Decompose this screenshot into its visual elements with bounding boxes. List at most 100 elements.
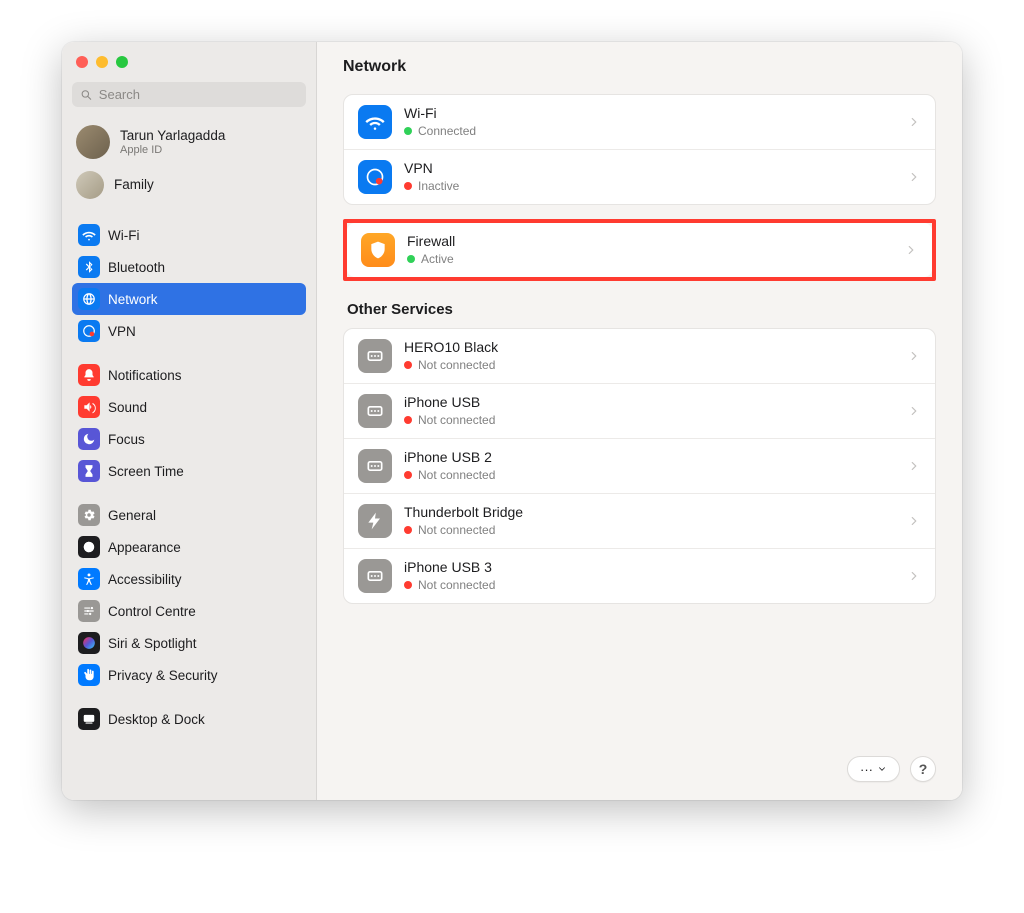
row-status: Connected <box>404 124 907 138</box>
sidebar-item-appearance[interactable]: Appearance <box>72 531 306 563</box>
row-text: iPhone USB 2 Not connected <box>404 449 907 482</box>
connections-list: Wi-Fi Connected VPN Inactive <box>343 94 936 205</box>
connection-row[interactable]: VPN Inactive <box>344 150 935 204</box>
status-dot-icon <box>407 255 415 263</box>
service-row[interactable]: iPhone USB 2 Not connected <box>344 439 935 494</box>
row-title: Thunderbolt Bridge <box>404 504 907 521</box>
sidebar-item-screentime[interactable]: Screen Time <box>72 455 306 487</box>
chevron-right-icon <box>904 243 918 257</box>
chevron-right-icon <box>907 514 921 528</box>
sidebar-item-label: Wi-Fi <box>108 228 139 243</box>
status-dot-icon <box>404 471 412 479</box>
chevron-down-icon <box>877 764 887 774</box>
row-text: Thunderbolt Bridge Not connected <box>404 504 907 537</box>
page-title: Network <box>343 58 936 76</box>
row-text: VPN Inactive <box>404 160 907 193</box>
chevron-right-icon <box>907 349 921 363</box>
row-title: VPN <box>404 160 907 177</box>
sidebar-item-label: Accessibility <box>108 572 182 587</box>
sidebar-item-label: Sound <box>108 400 147 415</box>
chevron-right-icon <box>907 115 921 129</box>
connection-row[interactable]: Wi-Fi Connected <box>344 95 935 150</box>
sidebar-item-desktop[interactable]: Desktop & Dock <box>72 703 306 735</box>
family-label: Family <box>114 177 154 193</box>
service-row[interactable]: Thunderbolt Bridge Not connected <box>344 494 935 549</box>
row-status: Not connected <box>404 358 907 372</box>
sidebar-item-focus[interactable]: Focus <box>72 423 306 455</box>
status-dot-icon <box>404 182 412 190</box>
firewall-list: Firewall Active <box>347 223 932 277</box>
more-menu-button[interactable]: ··· <box>847 756 900 782</box>
content-pane: Network Wi-Fi Connected VPN Inactive <box>317 42 962 800</box>
row-text: Firewall Active <box>407 233 904 266</box>
speaker-icon <box>78 396 100 418</box>
sidebar-item-label: VPN <box>108 324 136 339</box>
status-dot-icon <box>404 416 412 424</box>
row-text: HERO10 Black Not connected <box>404 339 907 372</box>
window-controls <box>72 54 306 82</box>
row-title: iPhone USB 3 <box>404 559 907 576</box>
sidebar-item-label: Control Centre <box>108 604 196 619</box>
chevron-right-icon <box>907 404 921 418</box>
family-row[interactable]: Family <box>72 167 306 203</box>
appear-icon <box>78 536 100 558</box>
sidebar-item-label: General <box>108 508 156 523</box>
sidebar-item-network[interactable]: Network <box>72 283 306 315</box>
chevron-right-icon <box>907 459 921 473</box>
eth-icon <box>358 559 392 593</box>
sidebar-item-sound[interactable]: Sound <box>72 391 306 423</box>
row-title: iPhone USB <box>404 394 907 411</box>
row-status: Active <box>407 252 904 266</box>
sidebar-item-privacy[interactable]: Privacy & Security <box>72 659 306 691</box>
row-status: Not connected <box>404 413 907 427</box>
sidebar-item-notifications[interactable]: Notifications <box>72 359 306 391</box>
row-title: Wi-Fi <box>404 105 907 122</box>
sidebar-item-vpn[interactable]: VPN <box>72 315 306 347</box>
service-row[interactable]: iPhone USB Not connected <box>344 384 935 439</box>
account-name: Tarun Yarlagadda <box>120 128 225 144</box>
sidebar-item-general[interactable]: General <box>72 499 306 531</box>
sidebar-item-wifi[interactable]: Wi-Fi <box>72 219 306 251</box>
sidebar-item-siri[interactable]: Siri & Spotlight <box>72 627 306 659</box>
gear-icon <box>78 504 100 526</box>
avatar <box>76 125 110 159</box>
firewall-row[interactable]: Firewall Active <box>347 223 932 277</box>
sidebar-item-label: Network <box>108 292 158 307</box>
help-button[interactable]: ? <box>910 756 936 782</box>
minimize-icon[interactable] <box>96 56 108 68</box>
dock-icon <box>78 708 100 730</box>
settings-window: Tarun Yarlagadda Apple ID Family Wi-Fi B… <box>62 42 962 800</box>
shield-icon <box>361 233 395 267</box>
sliders-icon <box>78 600 100 622</box>
wifi-icon <box>78 224 100 246</box>
sidebar: Tarun Yarlagadda Apple ID Family Wi-Fi B… <box>62 42 317 800</box>
sidebar-item-accessibility[interactable]: Accessibility <box>72 563 306 595</box>
search-input[interactable] <box>99 87 298 102</box>
search-field[interactable] <box>72 82 306 107</box>
row-text: iPhone USB Not connected <box>404 394 907 427</box>
sidebar-item-label: Appearance <box>108 540 181 555</box>
close-icon[interactable] <box>76 56 88 68</box>
maximize-icon[interactable] <box>116 56 128 68</box>
service-row[interactable]: HERO10 Black Not connected <box>344 329 935 384</box>
service-row[interactable]: iPhone USB 3 Not connected <box>344 549 935 603</box>
hourglass-icon <box>78 460 100 482</box>
wifi-icon <box>358 105 392 139</box>
status-dot-icon <box>404 526 412 534</box>
vpn-icon <box>358 160 392 194</box>
sidebar-item-bluetooth[interactable]: Bluetooth <box>72 251 306 283</box>
family-avatar <box>76 171 104 199</box>
access-icon <box>78 568 100 590</box>
row-status: Not connected <box>404 578 907 592</box>
firewall-highlight: Firewall Active <box>343 219 936 281</box>
moon-icon <box>78 428 100 450</box>
chevron-right-icon <box>907 569 921 583</box>
row-status: Not connected <box>404 468 907 482</box>
globe-icon <box>78 288 100 310</box>
row-title: iPhone USB 2 <box>404 449 907 466</box>
ellipsis-icon: ··· <box>860 762 873 777</box>
sidebar-item-controlcentre[interactable]: Control Centre <box>72 595 306 627</box>
account-row[interactable]: Tarun Yarlagadda Apple ID <box>72 121 306 163</box>
sidebar-item-label: Bluetooth <box>108 260 165 275</box>
sidebar-item-label: Siri & Spotlight <box>108 636 197 651</box>
